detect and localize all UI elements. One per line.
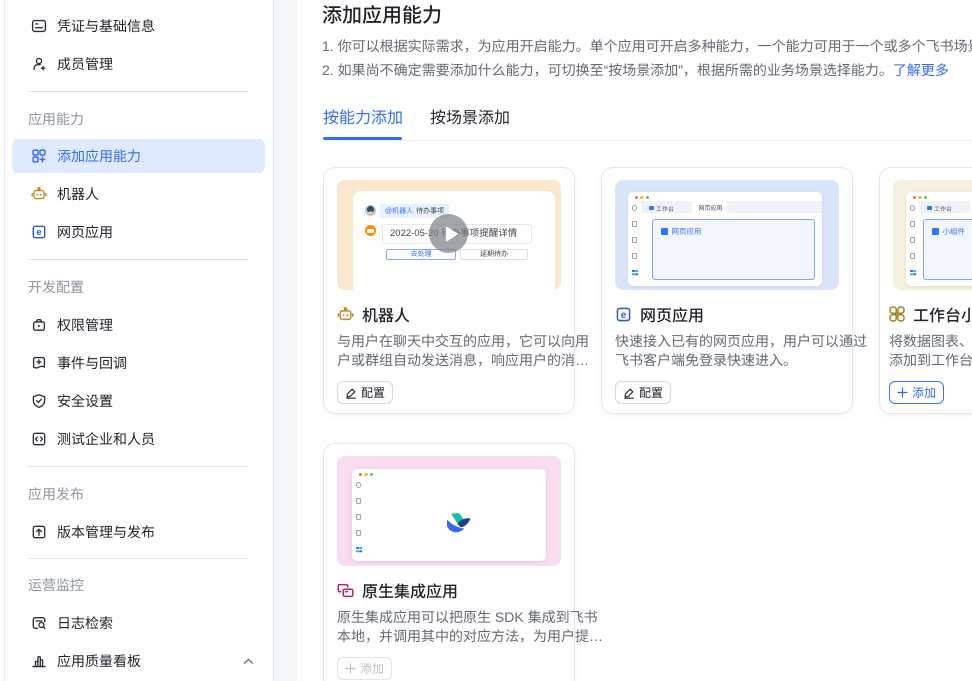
svg-text:e: e — [621, 309, 627, 320]
svg-text:e: e — [36, 227, 41, 238]
